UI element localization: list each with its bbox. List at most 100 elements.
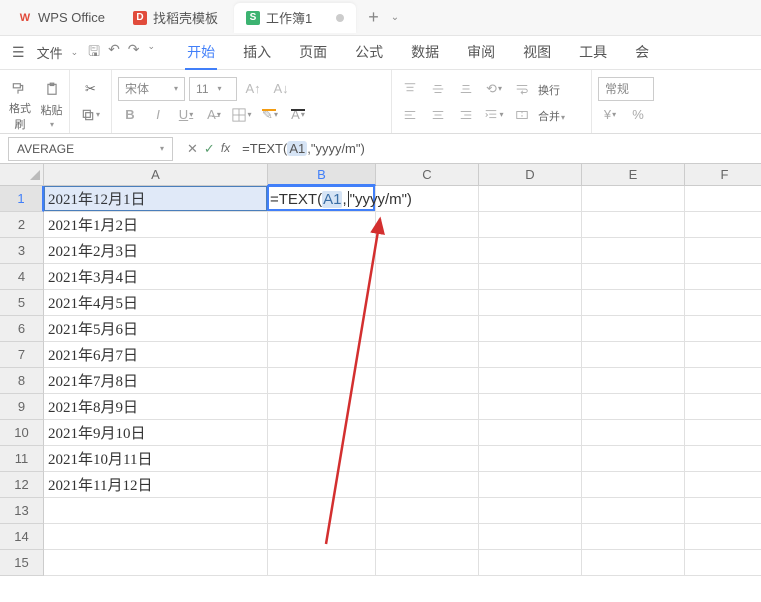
- cell[interactable]: [376, 264, 479, 290]
- cell[interactable]: [582, 342, 685, 368]
- cell[interactable]: [685, 186, 761, 212]
- cell[interactable]: [479, 446, 582, 472]
- cell[interactable]: [582, 394, 685, 420]
- cell[interactable]: [479, 264, 582, 290]
- spreadsheet-grid[interactable]: ABCDEF 123456789101112131415 2021年12月1日2…: [0, 164, 761, 602]
- accept-formula-icon[interactable]: ✓: [204, 141, 215, 157]
- cell[interactable]: [268, 290, 376, 316]
- row-header[interactable]: 10: [0, 420, 44, 446]
- copy-icon[interactable]: ▾: [79, 103, 103, 127]
- row-header[interactable]: 8: [0, 368, 44, 394]
- cell[interactable]: [685, 290, 761, 316]
- cell[interactable]: [44, 498, 268, 524]
- cell[interactable]: [479, 186, 582, 212]
- row-header[interactable]: 15: [0, 550, 44, 576]
- cell[interactable]: [376, 238, 479, 264]
- cell-edit-formula[interactable]: =TEXT(A1,"yyyy/m"): [270, 186, 412, 212]
- currency-button[interactable]: ¥▾: [598, 103, 622, 127]
- increase-font-icon[interactable]: A↑: [241, 77, 265, 101]
- cell[interactable]: [685, 342, 761, 368]
- row-header[interactable]: 7: [0, 342, 44, 368]
- undo-icon[interactable]: ↶: [108, 41, 120, 65]
- menu-item-7[interactable]: 工具: [577, 36, 609, 70]
- cell[interactable]: [582, 186, 685, 212]
- cell[interactable]: 2021年12月1日: [44, 186, 268, 212]
- row-header[interactable]: 14: [0, 524, 44, 550]
- new-tab-button[interactable]: +: [360, 7, 387, 28]
- cell[interactable]: [582, 446, 685, 472]
- italic-button[interactable]: I: [146, 103, 170, 127]
- cell[interactable]: 2021年9月10日: [44, 420, 268, 446]
- cell[interactable]: [582, 472, 685, 498]
- more-chevron-icon[interactable]: ⌄: [148, 41, 156, 65]
- cell[interactable]: 2021年11月12日: [44, 472, 268, 498]
- cell[interactable]: [268, 238, 376, 264]
- cell[interactable]: [376, 498, 479, 524]
- tab-list-chevron-icon[interactable]: ⌄: [387, 12, 403, 23]
- cell[interactable]: [685, 212, 761, 238]
- menu-item-3[interactable]: 公式: [353, 36, 385, 70]
- cell[interactable]: [582, 264, 685, 290]
- cell[interactable]: 2021年2月3日: [44, 238, 268, 264]
- cell[interactable]: [582, 212, 685, 238]
- cell[interactable]: [479, 368, 582, 394]
- cell[interactable]: [268, 316, 376, 342]
- cell[interactable]: [685, 550, 761, 576]
- cell[interactable]: 2021年5月6日: [44, 316, 268, 342]
- orientation-icon[interactable]: ⟲▾: [482, 77, 506, 101]
- menu-item-1[interactable]: 插入: [241, 36, 273, 70]
- align-middle-icon[interactable]: [426, 77, 450, 101]
- menu-item-6[interactable]: 视图: [521, 36, 553, 70]
- cell[interactable]: [268, 524, 376, 550]
- border-button[interactable]: ▾: [230, 103, 254, 127]
- select-all-corner[interactable]: [0, 164, 44, 186]
- cell[interactable]: [376, 524, 479, 550]
- bold-button[interactable]: B: [118, 103, 142, 127]
- font-size-select[interactable]: 11▾: [189, 77, 237, 101]
- cell[interactable]: [582, 290, 685, 316]
- cell[interactable]: [376, 446, 479, 472]
- cell[interactable]: [685, 420, 761, 446]
- number-format-select[interactable]: 常规: [598, 77, 654, 101]
- cell[interactable]: 2021年8月9日: [44, 394, 268, 420]
- cell[interactable]: [685, 498, 761, 524]
- format-painter-icon[interactable]: [6, 77, 30, 101]
- cell[interactable]: 2021年7月8日: [44, 368, 268, 394]
- cell[interactable]: [479, 212, 582, 238]
- row-header[interactable]: 5: [0, 290, 44, 316]
- app-tab[interactable]: S工作簿1: [234, 3, 356, 33]
- cell[interactable]: [44, 550, 268, 576]
- cell[interactable]: [479, 238, 582, 264]
- column-header[interactable]: C: [376, 164, 479, 186]
- column-header[interactable]: B: [268, 164, 376, 186]
- cell[interactable]: [376, 290, 479, 316]
- row-header[interactable]: 9: [0, 394, 44, 420]
- cell[interactable]: [376, 394, 479, 420]
- column-header[interactable]: A: [44, 164, 268, 186]
- cell[interactable]: [685, 446, 761, 472]
- column-header[interactable]: F: [685, 164, 761, 186]
- cell[interactable]: [44, 524, 268, 550]
- row-header[interactable]: 13: [0, 498, 44, 524]
- font-family-select[interactable]: 宋体▾: [118, 77, 185, 101]
- align-left-icon[interactable]: [398, 103, 422, 127]
- decrease-font-icon[interactable]: A↓: [269, 77, 293, 101]
- align-top-icon[interactable]: [398, 77, 422, 101]
- cell[interactable]: 2021年6月7日: [44, 342, 268, 368]
- cell[interactable]: [479, 420, 582, 446]
- row-header[interactable]: 12: [0, 472, 44, 498]
- cell[interactable]: [376, 368, 479, 394]
- cell[interactable]: [376, 472, 479, 498]
- row-header[interactable]: 2: [0, 212, 44, 238]
- cell[interactable]: [582, 550, 685, 576]
- cell[interactable]: [582, 368, 685, 394]
- cell[interactable]: [582, 498, 685, 524]
- cell[interactable]: [479, 342, 582, 368]
- cell[interactable]: [582, 420, 685, 446]
- cell[interactable]: [479, 290, 582, 316]
- cell[interactable]: [582, 238, 685, 264]
- menu-item-0[interactable]: 开始: [185, 36, 217, 70]
- cell[interactable]: [268, 446, 376, 472]
- cell[interactable]: [479, 550, 582, 576]
- app-tab[interactable]: WWPS Office: [6, 3, 117, 33]
